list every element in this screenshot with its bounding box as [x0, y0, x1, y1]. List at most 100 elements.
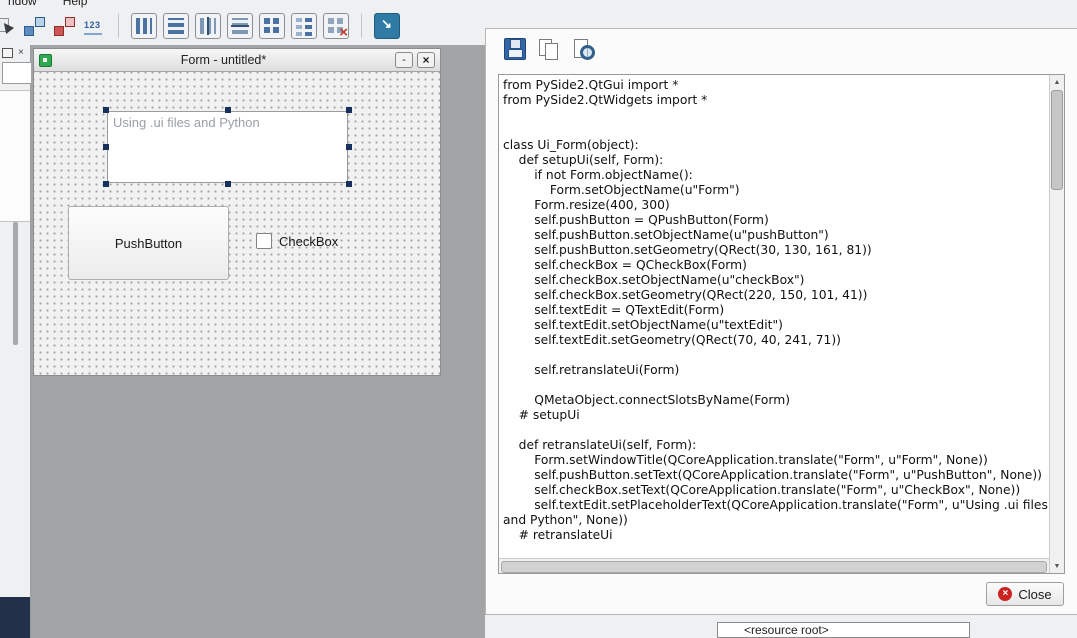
code-line [503, 378, 1049, 393]
code-line [503, 123, 1049, 138]
widget-box-dock: × [0, 45, 31, 638]
close-button-label: Close [1018, 587, 1051, 602]
layout-splitter-horizontal-icon[interactable] [195, 13, 221, 39]
code-line: self.textEdit.setPlaceholderText(QCoreAp… [503, 498, 1049, 513]
adjust-size-icon[interactable] [374, 13, 400, 39]
edit-buddies-icon[interactable] [52, 14, 76, 38]
code-line: self.checkBox.setText(QCoreApplication.t… [503, 483, 1049, 498]
code-line: self.pushButton.setGeometry(QRect(30, 13… [503, 243, 1049, 258]
dark-panel [0, 597, 30, 638]
selection-handle-top-left[interactable] [103, 107, 109, 113]
dialog-close-button[interactable]: × Close [986, 582, 1064, 606]
form-designer-window: Form - untitled* - × Using .ui files and… [33, 48, 441, 376]
horizontal-scrollbar[interactable] [499, 558, 1049, 573]
widget-box-list[interactable] [0, 90, 30, 222]
vertical-scroll-thumb[interactable] [1051, 90, 1063, 190]
layout-horizontal-icon[interactable] [131, 13, 157, 39]
code-view[interactable]: from PySide2.QtGui import *from PySide2.… [498, 74, 1065, 574]
form-file-icon [39, 54, 52, 67]
scroll-up-icon[interactable]: ▲ [1050, 75, 1064, 89]
code-line [503, 108, 1049, 123]
layout-splitter-vertical-icon[interactable] [227, 13, 253, 39]
main-toolbar [0, 10, 400, 42]
layout-form-icon[interactable] [291, 13, 317, 39]
checkbox-indicator[interactable] [256, 233, 272, 249]
selection-handle-bottom-right[interactable] [346, 181, 352, 187]
vertical-scrollbar[interactable]: ▲ ▼ [1049, 75, 1064, 573]
code-line: self.textEdit.setObjectName(u"textEdit") [503, 318, 1049, 333]
dock-float-icon[interactable] [2, 48, 13, 58]
dock-close-icon[interactable]: × [18, 48, 24, 58]
toolbar-separator [118, 14, 119, 38]
resource-root-item[interactable]: <resource root> [717, 622, 970, 638]
menu-window[interactable]: ndow [6, 0, 39, 9]
code-line: self.checkBox.setObjectName(u"checkBox") [503, 273, 1049, 288]
close-x-icon: × [998, 587, 1012, 601]
checkbox-widget[interactable]: CheckBox [256, 230, 338, 252]
minimize-button[interactable]: - [395, 52, 413, 68]
dock-controls: × [2, 48, 24, 58]
code-line: self.checkBox = QCheckBox(Form) [503, 258, 1049, 273]
textedit[interactable]: Using .ui files and Python [107, 111, 348, 183]
checkbox-label: CheckBox [279, 234, 338, 249]
code-line: self.pushButton = QPushButton(Form) [503, 213, 1049, 228]
form-window-title: Form - untitled* [56, 53, 391, 67]
textedit-placeholder: Using .ui files and Python [113, 115, 260, 130]
code-line: self.pushButton.setObjectName(u"pushButt… [503, 228, 1049, 243]
code-line [503, 348, 1049, 363]
code-line: and Python", None)) [503, 513, 1049, 528]
selection-handle-bottom-middle[interactable] [225, 181, 231, 187]
toolbar-separator [361, 14, 362, 38]
form-window-titlebar[interactable]: Form - untitled* - × [34, 49, 440, 72]
code-line: Form.setObjectName(u"Form") [503, 183, 1049, 198]
code-line: self.retranslateUi(Form) [503, 363, 1049, 378]
selection-handle-top-middle[interactable] [225, 107, 231, 113]
scroll-down-icon[interactable]: ▼ [1050, 559, 1064, 573]
selection-handle-middle-right[interactable] [346, 144, 352, 150]
code-line: class Ui_Form(object): [503, 138, 1049, 153]
selection-handle-top-right[interactable] [346, 107, 352, 113]
form-canvas[interactable]: Using .ui files and Python PushButton [34, 72, 440, 375]
resource-root-label: <resource root> [744, 623, 829, 637]
edit-widgets-icon[interactable] [0, 14, 16, 38]
layout-grid-icon[interactable] [259, 13, 285, 39]
menubar: ndow Help [6, 0, 89, 9]
copy-icon[interactable] [538, 38, 560, 60]
code-line: from PySide2.QtWidgets import * [503, 93, 1049, 108]
code-line: from PySide2.QtGui import * [503, 78, 1049, 93]
code-line: self.pushButton.setText(QCoreApplication… [503, 468, 1049, 483]
break-layout-icon[interactable] [323, 13, 349, 39]
horizontal-scroll-thumb[interactable] [501, 561, 1047, 573]
code-text[interactable]: from PySide2.QtGui import *from PySide2.… [499, 75, 1049, 558]
code-line: # setupUi [503, 408, 1049, 423]
widget-filter-input[interactable] [2, 62, 31, 84]
textedit-widget[interactable]: Using .ui files and Python [107, 111, 348, 183]
save-icon[interactable] [504, 38, 526, 60]
code-line: # retranslateUi [503, 528, 1049, 543]
pushbutton-widget[interactable]: PushButton [68, 206, 229, 280]
layout-vertical-icon[interactable] [163, 13, 189, 39]
code-line: self.checkBox.setGeometry(QRect(220, 150… [503, 288, 1049, 303]
code-line: self.textEdit.setGeometry(QRect(70, 40, … [503, 333, 1049, 348]
code-line: Form.resize(400, 300) [503, 198, 1049, 213]
code-line: QMetaObject.connectSlotsByName(Form) [503, 393, 1049, 408]
edit-signals-slots-icon[interactable] [22, 14, 46, 38]
menu-help[interactable]: Help [61, 0, 90, 9]
window-close-button[interactable]: × [417, 52, 435, 68]
code-dialog-toolbar [504, 38, 594, 60]
pushbutton-label: PushButton [115, 236, 182, 251]
find-icon[interactable] [572, 38, 594, 60]
code-line: self.textEdit = QTextEdit(Form) [503, 303, 1049, 318]
code-line: def retranslateUi(self, Form): [503, 438, 1049, 453]
widget-box-scrollbar[interactable] [13, 222, 18, 345]
code-line: def setupUi(self, Form): [503, 153, 1049, 168]
code-line: Form.setWindowTitle(QCoreApplication.tra… [503, 453, 1049, 468]
code-preview-dialog: from PySide2.QtGui import *from PySide2.… [485, 28, 1077, 615]
selection-handle-middle-left[interactable] [103, 144, 109, 150]
code-line [503, 423, 1049, 438]
edit-tab-order-icon[interactable] [82, 14, 106, 38]
qt-designer-app: ndow Help × Form - untitled* - × Using .… [0, 0, 1077, 638]
selection-handle-bottom-left[interactable] [103, 181, 109, 187]
mdi-area: Form - untitled* - × Using .ui files and… [31, 45, 485, 638]
code-line: if not Form.objectName(): [503, 168, 1049, 183]
